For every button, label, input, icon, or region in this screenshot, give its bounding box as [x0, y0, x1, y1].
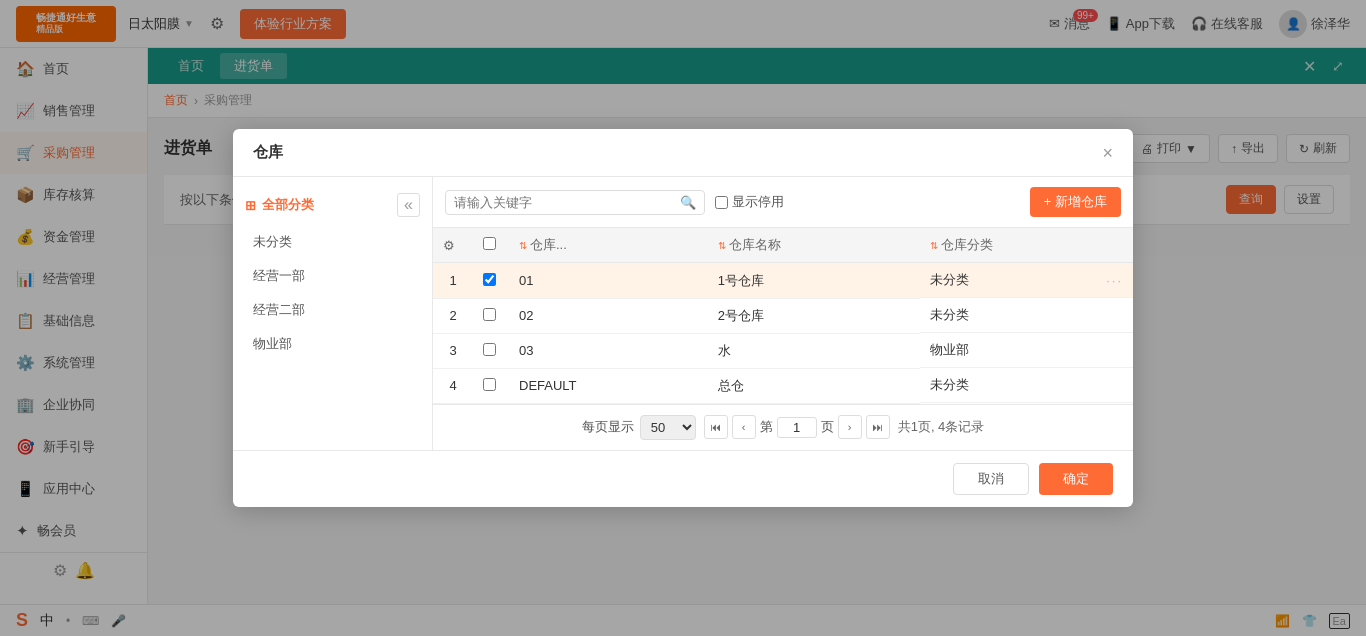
row-name: 水: [708, 333, 921, 368]
th-name: ⇅ 仓库名称: [708, 228, 921, 263]
row-checkbox[interactable]: [483, 378, 496, 391]
row-name: 1号仓库: [708, 263, 921, 299]
sort-code-icon[interactable]: ⇅: [519, 240, 527, 251]
row-num: 2: [433, 298, 473, 333]
pagination-next-button[interactable]: ›: [838, 415, 862, 439]
page-label: 第: [760, 418, 773, 436]
table-body: 1 01 1号仓库 未分类 ··· 2 02 2号仓库 未分类 3: [433, 263, 1133, 404]
row-code: 01: [509, 263, 708, 299]
row-checkbox-cell: [473, 298, 509, 333]
table-row[interactable]: 3 03 水 物业部: [433, 333, 1133, 368]
th-code: ⇅ 仓库...: [509, 228, 708, 263]
table-row[interactable]: 4 DEFAULT 总仓 未分类: [433, 368, 1133, 403]
cancel-button[interactable]: 取消: [953, 463, 1029, 495]
modal-close-button[interactable]: ×: [1102, 144, 1113, 162]
th-category: ⇅ 仓库分类: [920, 228, 1133, 263]
tree-all-category[interactable]: ⊞ 全部分类: [245, 196, 314, 214]
row-category: 未分类: [920, 368, 1133, 403]
pagination-total: 共1页, 4条记录: [898, 418, 985, 436]
tree-collapse-button[interactable]: «: [397, 193, 420, 217]
row-checkbox[interactable]: [483, 308, 496, 321]
new-warehouse-button[interactable]: + 新增仓库: [1030, 187, 1121, 217]
row-checkbox-cell: [473, 368, 509, 403]
modal-pagination: 每页显示 50 20 100 ⏮ ‹ 第 页 ›: [433, 404, 1133, 450]
search-input[interactable]: [454, 195, 674, 210]
show-disabled-checkbox[interactable]: [715, 196, 728, 209]
pagination-nav: ⏮ ‹ 第 页 › ⏭: [704, 415, 890, 439]
row-code: DEFAULT: [509, 368, 708, 403]
row-code: 03: [509, 333, 708, 368]
row-num: 1: [433, 263, 473, 299]
warehouse-modal: 仓库 × ⊞ 全部分类 « 未分类 经营一部: [233, 129, 1133, 507]
th-settings: ⚙: [433, 228, 473, 263]
table-row[interactable]: 2 02 2号仓库 未分类: [433, 298, 1133, 333]
search-input-wrap: 🔍: [445, 190, 705, 215]
row-num: 3: [433, 333, 473, 368]
search-icon[interactable]: 🔍: [680, 195, 696, 210]
row-category: 未分类 ···: [920, 263, 1133, 298]
per-page-label: 每页显示: [582, 418, 634, 436]
modal-search-bar: 🔍 显示停用 + 新增仓库: [433, 177, 1133, 228]
row-checkbox-cell: [473, 333, 509, 368]
table-row[interactable]: 1 01 1号仓库 未分类 ···: [433, 263, 1133, 299]
tree-item-dept2[interactable]: 经营二部: [233, 293, 432, 327]
modal-body: ⊞ 全部分类 « 未分类 经营一部 经营二部 物业部: [233, 177, 1133, 450]
row-checkbox-cell: [473, 263, 509, 299]
row-name: 2号仓库: [708, 298, 921, 333]
row-code: 02: [509, 298, 708, 333]
show-disabled-checkbox-label: 显示停用: [715, 193, 784, 211]
show-disabled-text: 显示停用: [732, 193, 784, 211]
tree-all-label: 全部分类: [262, 196, 314, 214]
row-actions[interactable]: ···: [1106, 273, 1123, 288]
row-checkbox[interactable]: [483, 343, 496, 356]
confirm-button[interactable]: 确定: [1039, 463, 1113, 495]
tree-grid-icon: ⊞: [245, 198, 256, 213]
per-page-selector: 每页显示 50 20 100: [582, 415, 696, 440]
row-checkbox[interactable]: [483, 273, 496, 286]
modal-footer: 取消 确定: [233, 450, 1133, 507]
warehouse-table-wrap: ⚙ ⇅ 仓库...: [433, 228, 1133, 404]
tree-header: ⊞ 全部分类 «: [233, 185, 432, 225]
row-num: 4: [433, 368, 473, 403]
tree-item-dept1[interactable]: 经营一部: [233, 259, 432, 293]
tree-item-property[interactable]: 物业部: [233, 327, 432, 361]
row-name: 总仓: [708, 368, 921, 403]
per-page-select[interactable]: 50 20 100: [640, 415, 696, 440]
sort-name-icon[interactable]: ⇅: [718, 240, 726, 251]
pagination-prev-button[interactable]: ‹: [732, 415, 756, 439]
tree-item-uncategorized[interactable]: 未分类: [233, 225, 432, 259]
pagination-first-button[interactable]: ⏮: [704, 415, 728, 439]
modal-overlay: 仓库 × ⊞ 全部分类 « 未分类 经营一部: [0, 0, 1366, 636]
warehouse-table: ⚙ ⇅ 仓库...: [433, 228, 1133, 404]
table-header-row: ⚙ ⇅ 仓库...: [433, 228, 1133, 263]
page-unit: 页: [821, 418, 834, 436]
row-category: 未分类: [920, 298, 1133, 333]
modal-tree: ⊞ 全部分类 « 未分类 经营一部 经营二部 物业部: [233, 177, 433, 450]
select-all-checkbox[interactable]: [483, 237, 496, 250]
modal-header: 仓库 ×: [233, 129, 1133, 177]
th-checkbox: [473, 228, 509, 263]
pagination-last-button[interactable]: ⏭: [866, 415, 890, 439]
sort-category-icon[interactable]: ⇅: [930, 240, 938, 251]
row-category: 物业部: [920, 333, 1133, 368]
page-number-input[interactable]: [777, 417, 817, 438]
modal-title: 仓库: [253, 143, 283, 162]
modal-right: 🔍 显示停用 + 新增仓库 ⚙: [433, 177, 1133, 450]
